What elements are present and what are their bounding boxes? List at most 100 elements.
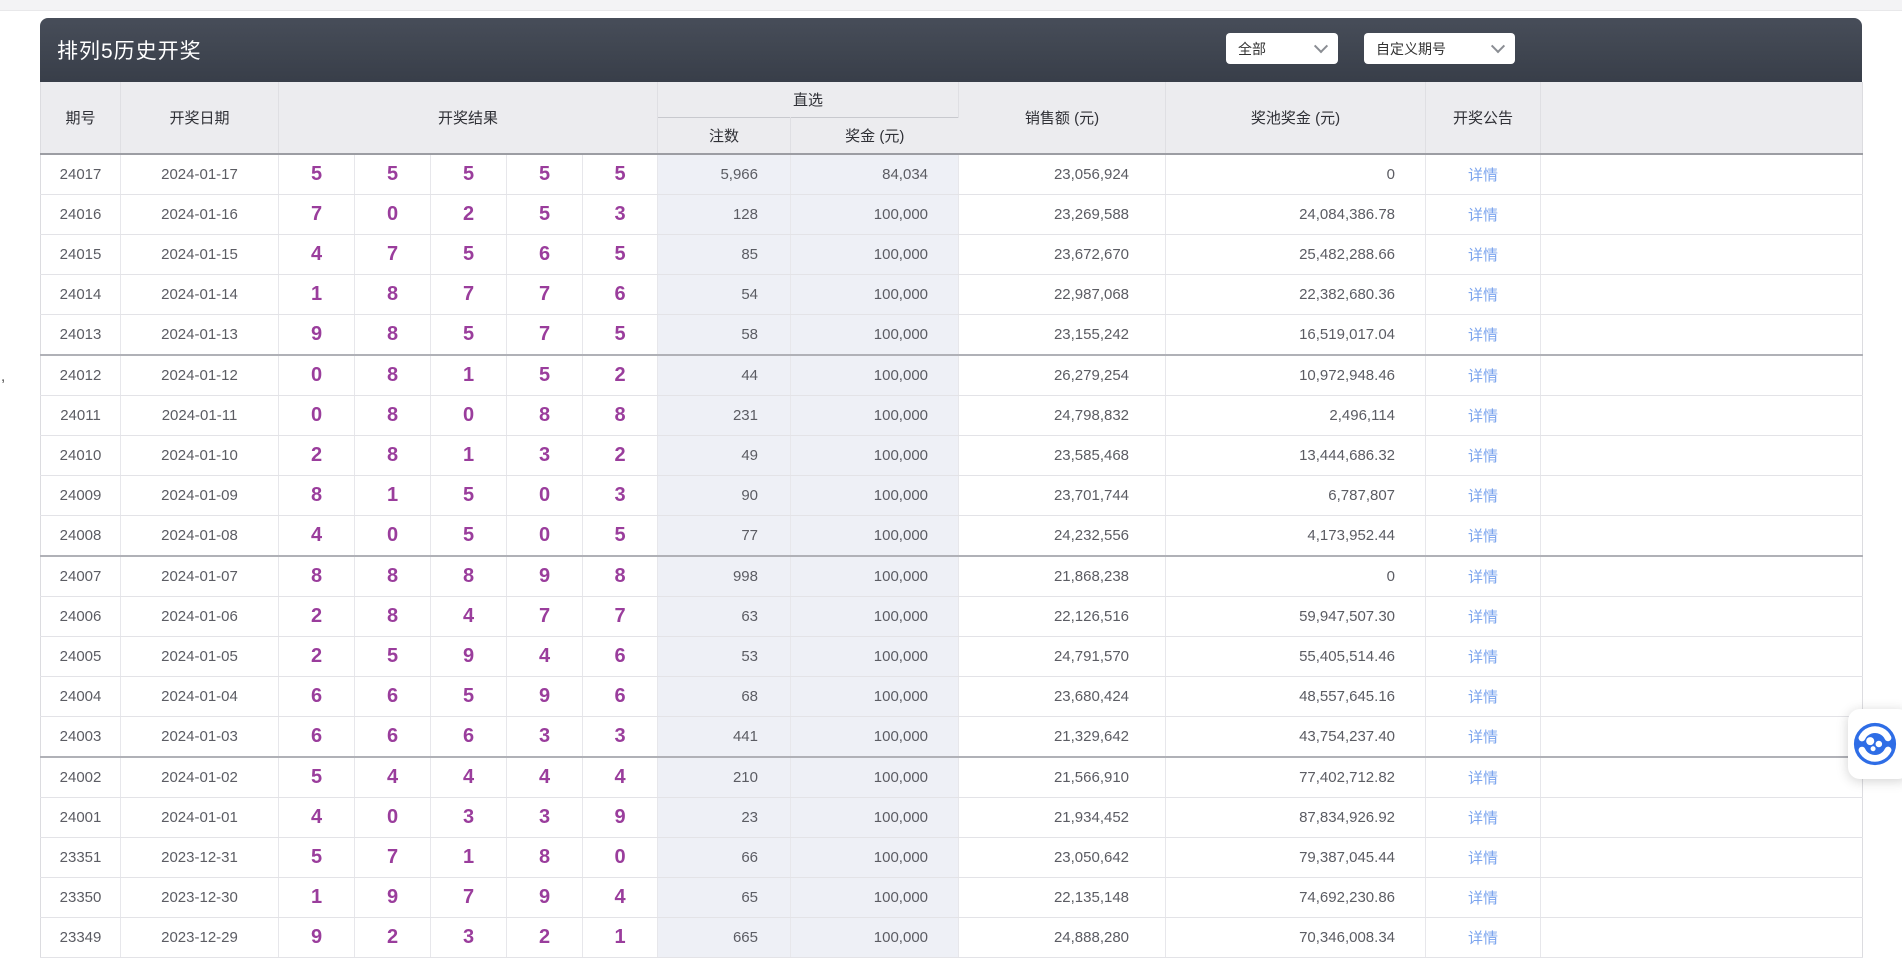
detail-link[interactable]: 详情 bbox=[1468, 528, 1498, 545]
col-header-pool: 奖池奖金 (元) bbox=[1166, 82, 1426, 154]
history-table: 期号 开奖日期 开奖结果 直选 销售额 (元) 奖池奖金 (元) 开奖公告 注数… bbox=[40, 82, 1863, 958]
result-digit-2: 7 bbox=[355, 235, 431, 275]
result-digit-3: 3 bbox=[431, 798, 507, 838]
bets-cell: 54 bbox=[658, 275, 791, 315]
period-cell: 24011 bbox=[41, 396, 121, 436]
detail-link[interactable]: 详情 bbox=[1468, 890, 1498, 907]
result-digit-3: 5 bbox=[431, 235, 507, 275]
table-row: 240052024-01-052594653100,00024,791,5705… bbox=[41, 637, 1863, 677]
table-row: 233512023-12-315718066100,00023,050,6427… bbox=[41, 838, 1863, 878]
bets-cell: 5,966 bbox=[658, 154, 791, 195]
result-digit-1: 4 bbox=[279, 235, 355, 275]
detail-link[interactable]: 详情 bbox=[1468, 850, 1498, 867]
prize-cell: 100,000 bbox=[791, 235, 959, 275]
detail-link[interactable]: 详情 bbox=[1468, 770, 1498, 787]
pool-cell: 79,387,045.44 bbox=[1166, 838, 1426, 878]
detail-link[interactable]: 详情 bbox=[1468, 207, 1498, 224]
detail-link[interactable]: 详情 bbox=[1468, 689, 1498, 706]
filler-cell bbox=[1541, 717, 1863, 758]
period-cell: 23349 bbox=[41, 918, 121, 958]
col-header-sales: 销售额 (元) bbox=[959, 82, 1166, 154]
detail-link[interactable]: 详情 bbox=[1468, 368, 1498, 385]
filter-dropdown-all[interactable]: 全部 bbox=[1226, 33, 1338, 64]
table-row: 240142024-01-141877654100,00022,987,0682… bbox=[41, 275, 1863, 315]
prize-cell: 100,000 bbox=[791, 597, 959, 637]
sales-cell: 23,585,468 bbox=[959, 436, 1166, 476]
result-digit-5: 5 bbox=[583, 516, 658, 557]
period-cell: 24009 bbox=[41, 476, 121, 516]
result-digit-1: 4 bbox=[279, 798, 355, 838]
table-row: 240072024-01-0788898998100,00021,868,238… bbox=[41, 556, 1863, 597]
result-digit-4: 7 bbox=[507, 315, 583, 356]
result-digit-2: 6 bbox=[355, 677, 431, 717]
result-digit-1: 8 bbox=[279, 476, 355, 516]
detail-link[interactable]: 详情 bbox=[1468, 488, 1498, 505]
result-digit-3: 5 bbox=[431, 315, 507, 356]
result-digit-3: 5 bbox=[431, 677, 507, 717]
bets-cell: 128 bbox=[658, 195, 791, 235]
detail-link[interactable]: 详情 bbox=[1468, 167, 1498, 184]
prize-cell: 100,000 bbox=[791, 918, 959, 958]
result-digit-3: 1 bbox=[431, 838, 507, 878]
period-cell: 24014 bbox=[41, 275, 121, 315]
detail-link[interactable]: 详情 bbox=[1468, 247, 1498, 264]
detail-link[interactable]: 详情 bbox=[1468, 569, 1498, 586]
date-cell: 2024-01-12 bbox=[121, 355, 279, 396]
col-header-filler bbox=[1541, 82, 1863, 154]
result-digit-2: 8 bbox=[355, 556, 431, 597]
col-header-zhixuan-group: 直选 bbox=[658, 82, 959, 118]
notice-cell: 详情 bbox=[1426, 235, 1541, 275]
period-cell: 24002 bbox=[41, 757, 121, 798]
result-digit-2: 6 bbox=[355, 717, 431, 758]
table-row: 240102024-01-102813249100,00023,585,4681… bbox=[41, 436, 1863, 476]
result-digit-5: 7 bbox=[583, 597, 658, 637]
notice-cell: 详情 bbox=[1426, 516, 1541, 557]
result-digit-2: 0 bbox=[355, 516, 431, 557]
detail-link[interactable]: 详情 bbox=[1468, 448, 1498, 465]
table-row: 240062024-01-062847763100,00022,126,5165… bbox=[41, 597, 1863, 637]
floating-extension-widget[interactable] bbox=[1848, 709, 1902, 779]
prize-cell: 84,034 bbox=[791, 154, 959, 195]
sales-cell: 24,888,280 bbox=[959, 918, 1166, 958]
result-digit-3: 6 bbox=[431, 717, 507, 758]
result-digit-3: 0 bbox=[431, 396, 507, 436]
result-digit-3: 3 bbox=[431, 918, 507, 958]
bets-cell: 998 bbox=[658, 556, 791, 597]
col-header-prize: 奖金 (元) bbox=[791, 118, 959, 155]
notice-cell: 详情 bbox=[1426, 717, 1541, 758]
detail-link[interactable]: 详情 bbox=[1468, 649, 1498, 666]
bets-cell: 441 bbox=[658, 717, 791, 758]
col-header-period: 期号 bbox=[41, 82, 121, 154]
notice-cell: 详情 bbox=[1426, 195, 1541, 235]
sales-cell: 26,279,254 bbox=[959, 355, 1166, 396]
period-cell: 24007 bbox=[41, 556, 121, 597]
col-header-result: 开奖结果 bbox=[279, 82, 658, 154]
detail-link[interactable]: 详情 bbox=[1468, 729, 1498, 746]
result-digit-1: 2 bbox=[279, 637, 355, 677]
result-digit-5: 9 bbox=[583, 798, 658, 838]
detail-link[interactable]: 详情 bbox=[1468, 327, 1498, 344]
prize-cell: 100,000 bbox=[791, 637, 959, 677]
detail-link[interactable]: 详情 bbox=[1468, 810, 1498, 827]
sales-cell: 21,934,452 bbox=[959, 798, 1166, 838]
notice-cell: 详情 bbox=[1426, 275, 1541, 315]
result-digit-5: 6 bbox=[583, 637, 658, 677]
prize-cell: 100,000 bbox=[791, 436, 959, 476]
period-cell: 24001 bbox=[41, 798, 121, 838]
result-digit-5: 6 bbox=[583, 275, 658, 315]
period-cell: 24012 bbox=[41, 355, 121, 396]
detail-link[interactable]: 详情 bbox=[1468, 609, 1498, 626]
sales-cell: 21,566,910 bbox=[959, 757, 1166, 798]
detail-link[interactable]: 详情 bbox=[1468, 287, 1498, 304]
detail-link[interactable]: 详情 bbox=[1468, 408, 1498, 425]
result-digit-1: 9 bbox=[279, 315, 355, 356]
filter-dropdown-period[interactable]: 自定义期号 bbox=[1364, 33, 1515, 64]
detail-link[interactable]: 详情 bbox=[1468, 930, 1498, 947]
prize-cell: 100,000 bbox=[791, 195, 959, 235]
period-cell: 23350 bbox=[41, 878, 121, 918]
result-digit-4: 9 bbox=[507, 556, 583, 597]
date-cell: 2024-01-17 bbox=[121, 154, 279, 195]
pool-cell: 77,402,712.82 bbox=[1166, 757, 1426, 798]
result-digit-4: 6 bbox=[507, 235, 583, 275]
bets-cell: 65 bbox=[658, 878, 791, 918]
